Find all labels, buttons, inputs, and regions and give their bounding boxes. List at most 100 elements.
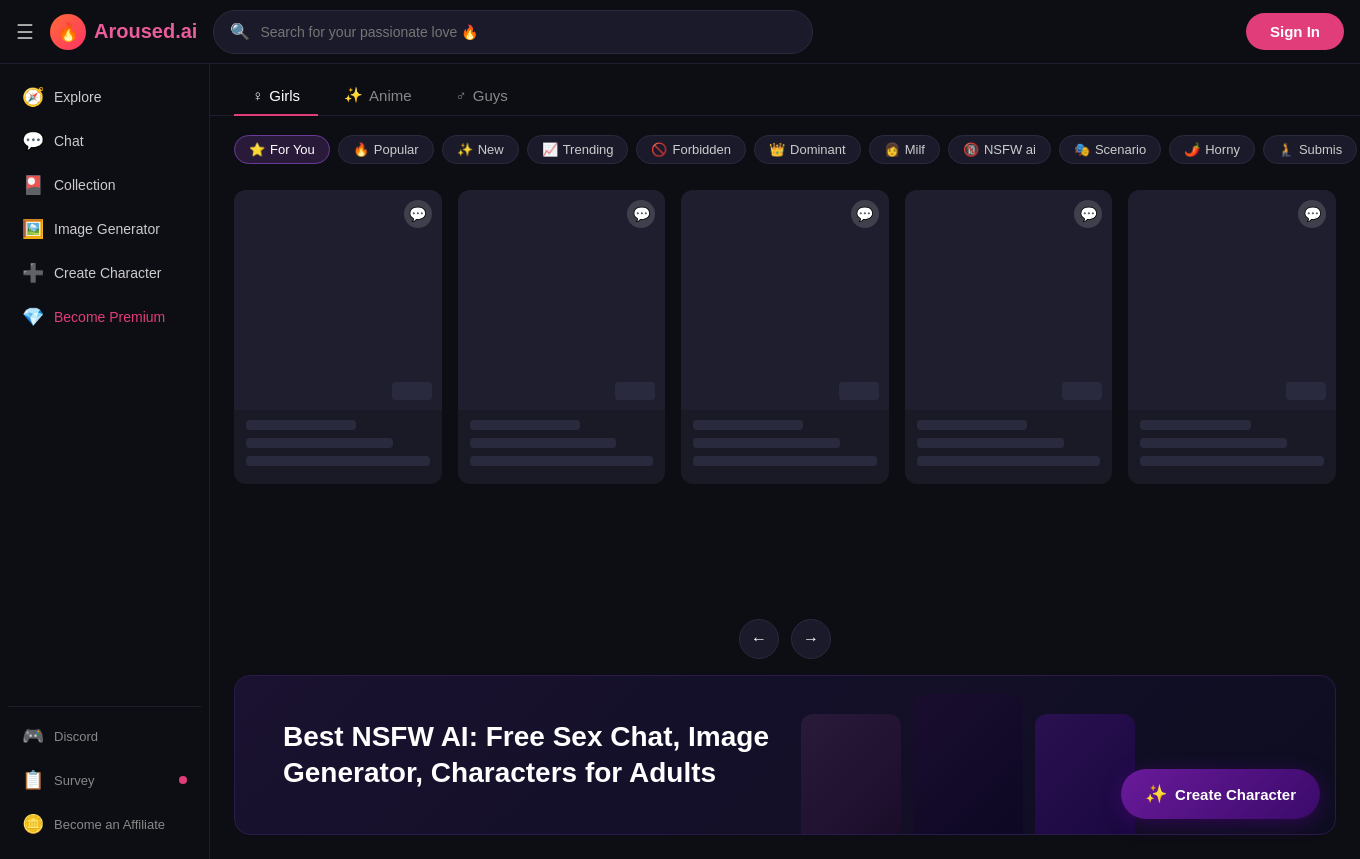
gender-tabs: ♀ Girls ✨ Anime ♂ Guys [210, 64, 1360, 116]
character-card[interactable]: 💬 [234, 190, 442, 484]
collection-icon: 🎴 [22, 174, 44, 196]
sidebar-label-survey: Survey [54, 773, 94, 788]
forbidden-icon: 🚫 [651, 142, 667, 157]
card-chat-icon[interactable]: 💬 [851, 200, 879, 228]
next-arrow[interactable]: → [791, 619, 831, 659]
filter-popular[interactable]: 🔥 Popular [338, 135, 434, 164]
submissive-icon: 🧎 [1278, 142, 1294, 157]
card-chat-icon[interactable]: 💬 [627, 200, 655, 228]
logo[interactable]: 🔥 Aroused.ai [50, 14, 197, 50]
sidebar-item-affiliate[interactable]: 🪙 Become an Affiliate [8, 803, 201, 845]
skeleton-desc2 [693, 456, 877, 466]
filter-horny[interactable]: 🌶️ Horny [1169, 135, 1255, 164]
filter-horny-label: Horny [1205, 142, 1240, 157]
milf-icon: 👩 [884, 142, 900, 157]
sidebar-label-premium: Become Premium [54, 309, 165, 325]
popular-icon: 🔥 [353, 142, 369, 157]
sidebar-label-discord: Discord [54, 729, 98, 744]
nav-arrows: ← → [210, 603, 1360, 675]
sidebar-item-become-premium[interactable]: 💎 Become Premium [8, 296, 201, 338]
sidebar-label-collection: Collection [54, 177, 115, 193]
card-image: 💬 [1128, 190, 1336, 410]
new-icon: ✨ [457, 142, 473, 157]
create-char-label: Create Character [1175, 786, 1296, 803]
card-image: 💬 [458, 190, 666, 410]
filter-dominant-label: Dominant [790, 142, 846, 157]
premium-icon: 💎 [22, 306, 44, 328]
card-body [681, 410, 889, 484]
body-layout: 🧭 Explore 💬 Chat 🎴 Collection 🖼️ Image G… [0, 64, 1360, 859]
filter-for-you[interactable]: ⭐ For You [234, 135, 330, 164]
survey-dot [179, 776, 187, 784]
sidebar-item-chat[interactable]: 💬 Chat [8, 120, 201, 162]
sidebar-item-survey[interactable]: 📋 Survey [8, 759, 201, 801]
character-card[interactable]: 💬 [905, 190, 1113, 484]
tab-girls-label: Girls [269, 87, 300, 104]
skeleton-badge [392, 382, 432, 400]
filter-scenario-label: Scenario [1095, 142, 1146, 157]
search-bar: 🔍 [213, 10, 813, 54]
promo-image-1 [801, 714, 901, 834]
card-body [458, 410, 666, 484]
skeleton-badge [1062, 382, 1102, 400]
sidebar: 🧭 Explore 💬 Chat 🎴 Collection 🖼️ Image G… [0, 64, 210, 859]
sidebar-item-create-character[interactable]: ➕ Create Character [8, 252, 201, 294]
search-icon: 🔍 [230, 22, 250, 41]
sidebar-bottom: 🎮 Discord 📋 Survey 🪙 Become an Affiliate [8, 706, 201, 847]
prev-arrow[interactable]: ← [739, 619, 779, 659]
affiliate-icon: 🪙 [22, 813, 44, 835]
skeleton-desc2 [917, 456, 1101, 466]
cards-section: 💬 💬 [210, 182, 1360, 603]
sidebar-item-collection[interactable]: 🎴 Collection [8, 164, 201, 206]
filter-new[interactable]: ✨ New [442, 135, 519, 164]
sidebar-item-image-generator[interactable]: 🖼️ Image Generator [8, 208, 201, 250]
sidebar-label-create-character: Create Character [54, 265, 161, 281]
filter-submissive-label: Submis [1299, 142, 1342, 157]
skeleton-desc2 [1140, 456, 1324, 466]
sidebar-item-discord[interactable]: 🎮 Discord [8, 715, 201, 757]
card-image: 💬 [905, 190, 1113, 410]
card-body [905, 410, 1113, 484]
filter-tags: ⭐ For You 🔥 Popular ✨ New 📈 Trending 🚫 F… [210, 116, 1360, 182]
card-image: 💬 [681, 190, 889, 410]
skeleton-name [246, 420, 356, 430]
character-card[interactable]: 💬 [458, 190, 666, 484]
sidebar-item-explore[interactable]: 🧭 Explore [8, 76, 201, 118]
girls-icon: ♀ [252, 87, 263, 104]
skeleton-name [1140, 420, 1250, 430]
promo-images [801, 694, 1135, 834]
tab-anime[interactable]: ✨ Anime [326, 76, 430, 116]
filter-nsfw-ai[interactable]: 🔞 NSFW ai [948, 135, 1051, 164]
character-card[interactable]: 💬 [681, 190, 889, 484]
card-chat-icon[interactable]: 💬 [1074, 200, 1102, 228]
guys-icon: ♂ [456, 87, 467, 104]
filter-trending[interactable]: 📈 Trending [527, 135, 629, 164]
create-character-icon: ➕ [22, 262, 44, 284]
card-chat-icon[interactable]: 💬 [1298, 200, 1326, 228]
character-card[interactable]: 💬 [1128, 190, 1336, 484]
search-input[interactable] [260, 24, 796, 40]
card-chat-icon[interactable]: 💬 [404, 200, 432, 228]
filter-scenario[interactable]: 🎭 Scenario [1059, 135, 1161, 164]
filter-milf-label: Milf [905, 142, 925, 157]
sidebar-label-image-generator: Image Generator [54, 221, 160, 237]
promo-image-2 [913, 694, 1023, 834]
sign-in-button[interactable]: Sign In [1246, 13, 1344, 50]
filter-milf[interactable]: 👩 Milf [869, 135, 940, 164]
filter-dominant[interactable]: 👑 Dominant [754, 135, 861, 164]
filter-forbidden[interactable]: 🚫 Forbidden [636, 135, 746, 164]
promo-text: Best NSFW AI: Free Sex Chat, Image Gener… [283, 719, 843, 792]
create-character-button[interactable]: ✨ Create Character [1121, 769, 1320, 819]
filter-popular-label: Popular [374, 142, 419, 157]
header: ☰ 🔥 Aroused.ai 🔍 Sign In [0, 0, 1360, 64]
tab-anime-label: Anime [369, 87, 412, 104]
sidebar-label-explore: Explore [54, 89, 101, 105]
discord-icon: 🎮 [22, 725, 44, 747]
menu-icon[interactable]: ☰ [16, 20, 34, 44]
explore-icon: 🧭 [22, 86, 44, 108]
main-content: ♀ Girls ✨ Anime ♂ Guys ⭐ For You 🔥 Popul… [210, 64, 1360, 859]
filter-submissive[interactable]: 🧎 Submis [1263, 135, 1357, 164]
tab-guys[interactable]: ♂ Guys [438, 77, 526, 116]
skeleton-desc1 [470, 438, 617, 448]
tab-girls[interactable]: ♀ Girls [234, 77, 318, 116]
